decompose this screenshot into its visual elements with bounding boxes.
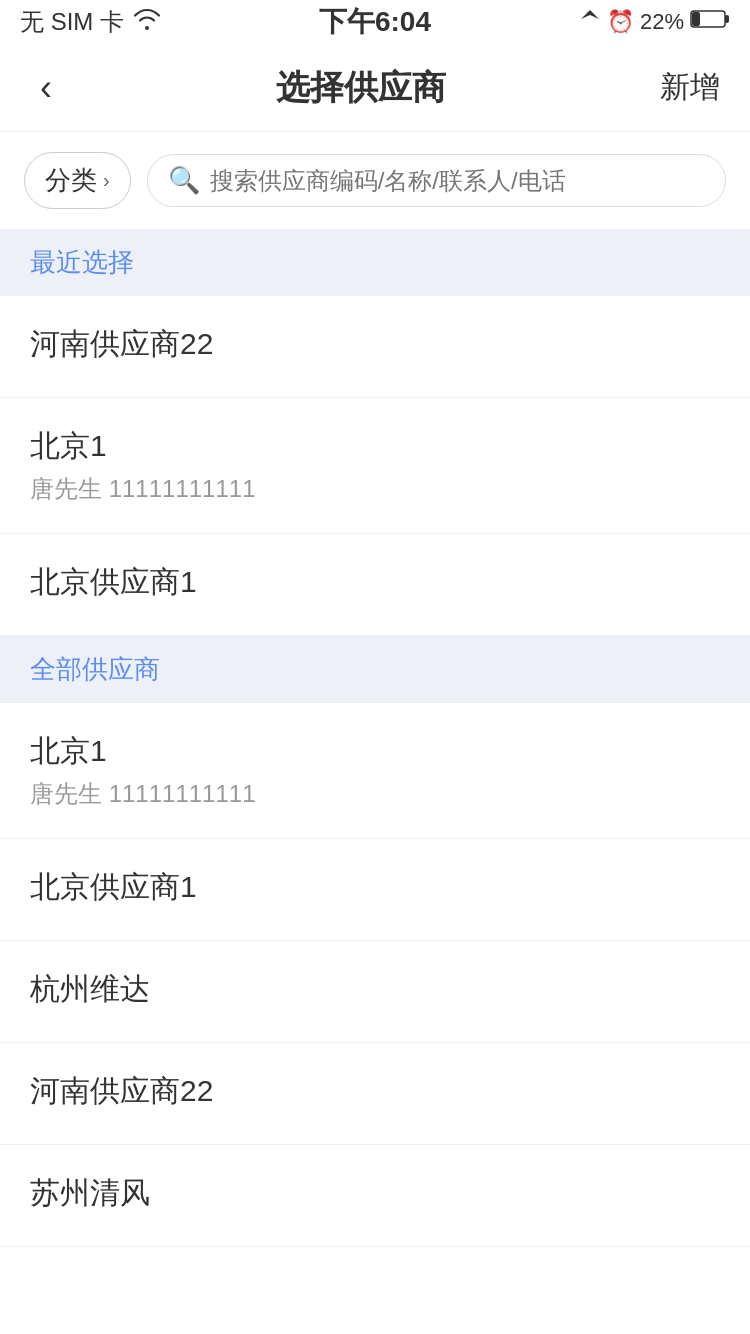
item-name: 北京供应商1 (30, 867, 720, 908)
list-item[interactable]: 河南供应商22 (0, 1043, 750, 1145)
item-contact: 唐先生 11111111111 (30, 778, 720, 810)
status-right: ⏰ 22% (579, 8, 730, 36)
all-section-header: 全部供应商 (0, 636, 750, 703)
category-button[interactable]: 分类 › (24, 152, 131, 209)
battery-label: 22% (640, 9, 684, 35)
item-name: 杭州维达 (30, 969, 720, 1010)
list-item[interactable]: 杭州维达 (0, 941, 750, 1043)
list-item[interactable]: 苏州清风 (0, 1145, 750, 1247)
no-sim-label: 无 SIM 卡 (20, 6, 124, 38)
status-left: 无 SIM 卡 (20, 6, 162, 38)
filter-bar: 分类 › 🔍 (0, 132, 750, 229)
list-item[interactable]: 河南供应商22 (0, 296, 750, 398)
chevron-right-icon: › (103, 169, 110, 192)
item-name: 河南供应商22 (30, 1071, 720, 1112)
nav-bar: ‹ 选择供应商 新增 (0, 44, 750, 132)
recent-list: 河南供应商22 北京1 唐先生 11111111111 北京供应商1 (0, 296, 750, 636)
item-name: 北京1 (30, 426, 720, 467)
recent-section-label: 最近选择 (30, 247, 134, 277)
search-icon: 🔍 (168, 165, 200, 196)
item-name: 北京供应商1 (30, 562, 720, 603)
location-icon (579, 8, 601, 36)
search-box: 🔍 (147, 154, 726, 207)
page-title: 选择供应商 (276, 65, 446, 111)
item-name: 北京1 (30, 731, 720, 772)
list-item[interactable]: 北京1 唐先生 11111111111 (0, 703, 750, 839)
svg-rect-2 (692, 12, 700, 26)
search-input[interactable] (210, 167, 705, 195)
item-contact: 唐先生 11111111111 (30, 473, 720, 505)
svg-rect-1 (725, 15, 729, 23)
all-list: 北京1 唐先生 11111111111 北京供应商1 杭州维达河南供应商22 苏州清风 (0, 703, 750, 1247)
all-section-label: 全部供应商 (30, 654, 160, 684)
status-time: 下午6:04 (319, 3, 431, 41)
recent-section-header: 最近选择 (0, 229, 750, 296)
alarm-icon: ⏰ (607, 9, 634, 35)
back-button[interactable]: ‹ (30, 57, 62, 119)
item-name: 苏州清风 (30, 1173, 720, 1214)
category-label: 分类 (45, 163, 97, 198)
list-item[interactable]: 北京1 唐先生 11111111111 (0, 398, 750, 534)
status-bar: 无 SIM 卡 下午6:04 ⏰ 22% (0, 0, 750, 44)
wifi-icon (132, 8, 162, 36)
item-name: 河南供应商22 (30, 324, 720, 365)
list-item[interactable]: 北京供应商1 (0, 534, 750, 636)
battery-icon (690, 9, 730, 35)
list-item[interactable]: 北京供应商1 (0, 839, 750, 941)
add-button[interactable]: 新增 (660, 67, 720, 108)
